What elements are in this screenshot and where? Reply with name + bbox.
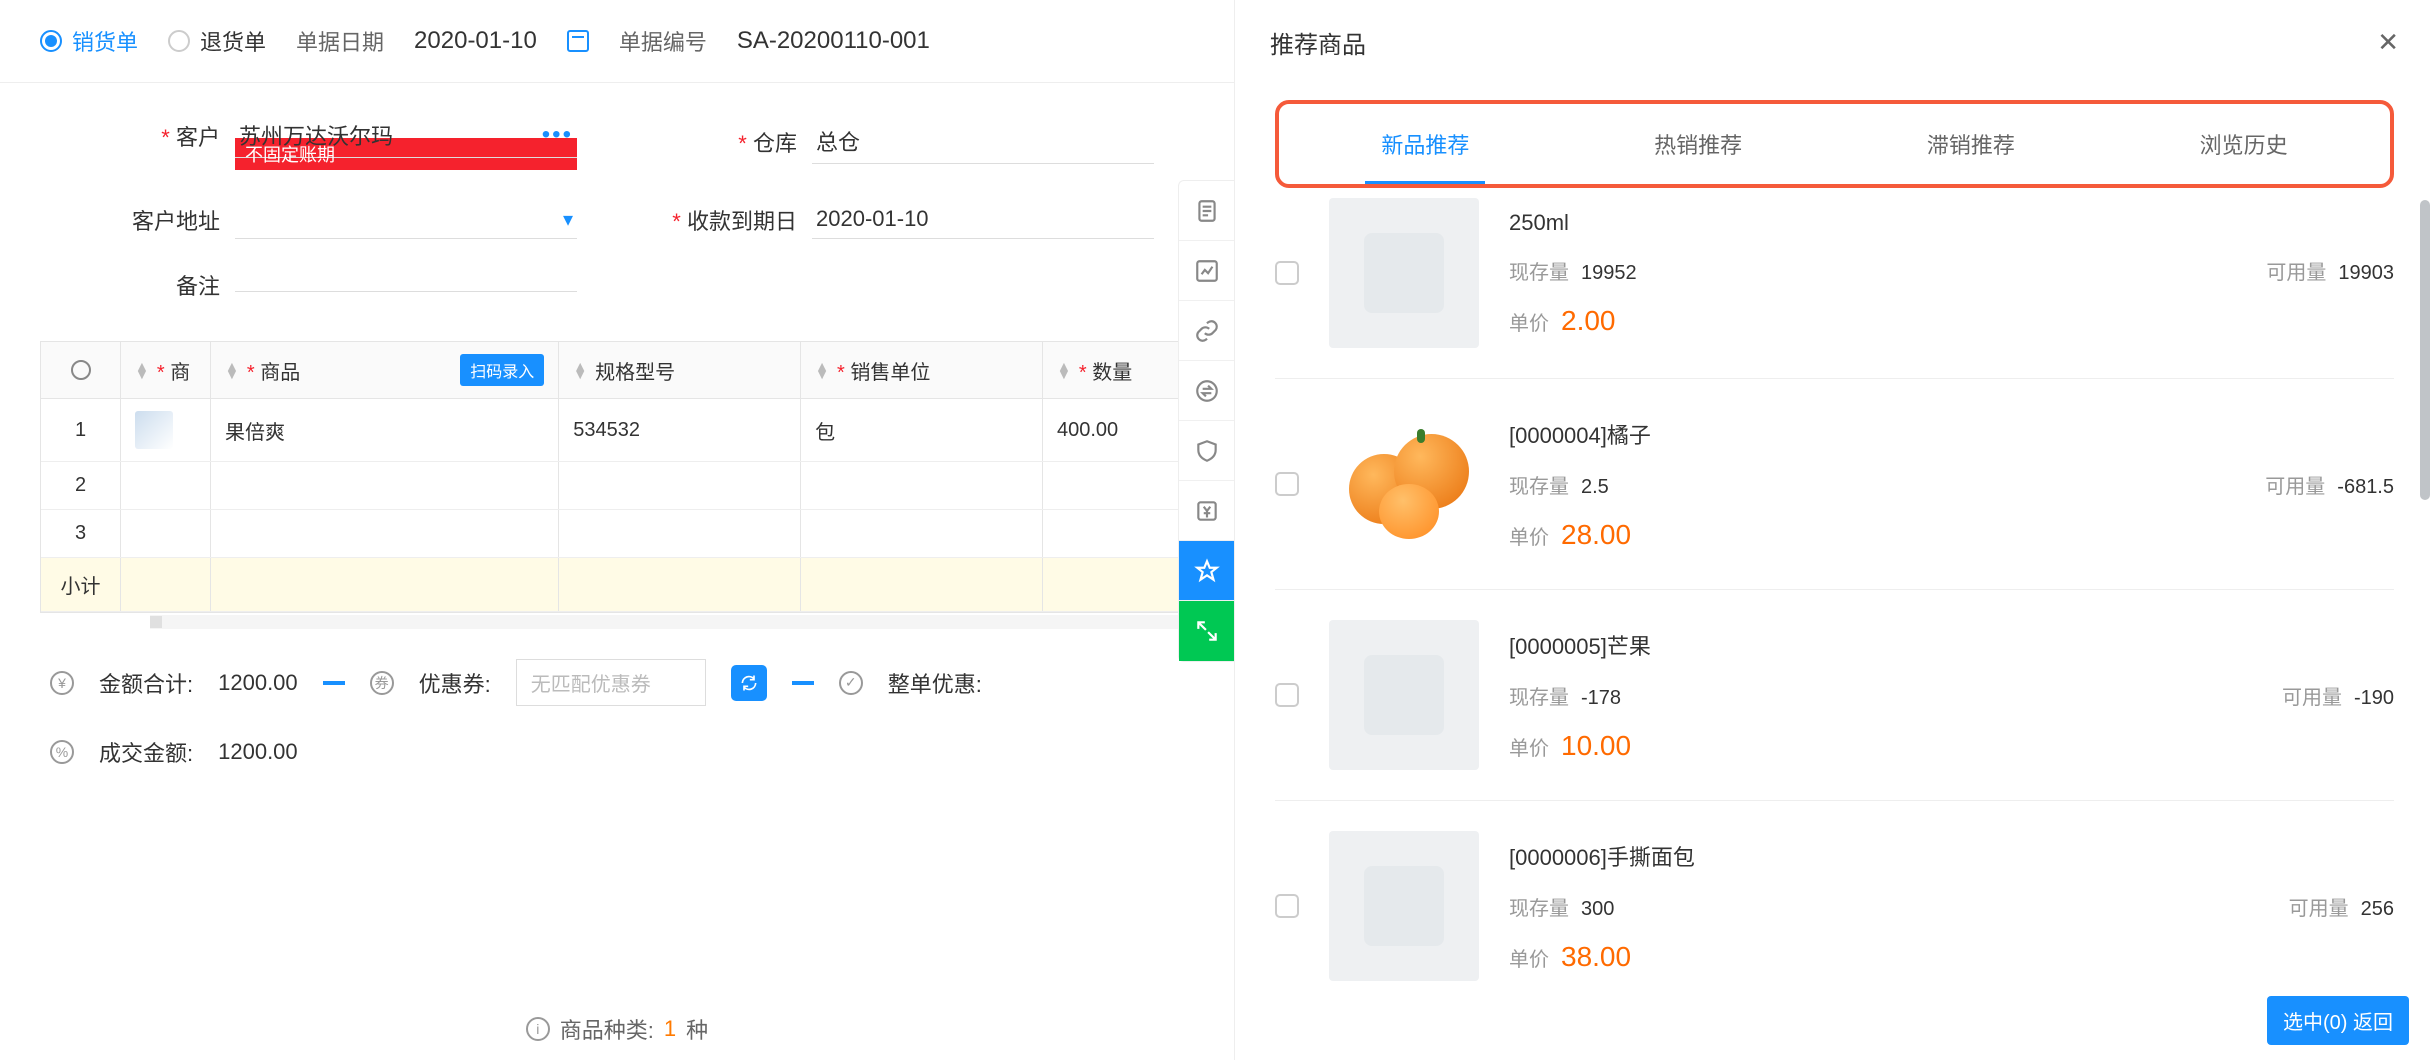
tab-slow-recommend[interactable]: 滞销推荐	[1835, 108, 2108, 180]
address-select[interactable]: ▾	[235, 201, 577, 239]
gear-icon[interactable]	[71, 360, 91, 380]
scan-entry-button[interactable]: 扫码录入	[460, 354, 544, 386]
vertical-scrollbar[interactable]	[2420, 200, 2430, 500]
checkbox[interactable]	[1275, 472, 1299, 496]
due-date-input[interactable]: 2020-01-10	[812, 200, 1154, 239]
side-iconbar	[1178, 180, 1234, 662]
link-icon[interactable]	[1179, 301, 1234, 361]
checkbox[interactable]	[1275, 894, 1299, 918]
amount-total-value: 1200.00	[218, 670, 298, 696]
selected-return-button[interactable]: 选中(0) 返回	[2267, 996, 2409, 1045]
doc-no-label: 单据编号	[619, 25, 707, 57]
product-item[interactable]: 250ml 现存量19952 可用量19903 单价2.00	[1275, 188, 2394, 379]
ellipsis-icon[interactable]: •••	[542, 121, 573, 149]
warehouse-label: 仓库	[657, 126, 797, 158]
chart-icon[interactable]	[1179, 241, 1234, 301]
expand-icon[interactable]	[1179, 601, 1234, 661]
table-row[interactable]: 3	[41, 510, 1193, 558]
address-label: 客户地址	[80, 204, 220, 236]
doc-date-value[interactable]: 2020-01-10	[414, 27, 537, 55]
tab-browse-history[interactable]: 浏览历史	[2107, 108, 2380, 180]
yen-icon: ¥	[50, 671, 74, 695]
doc-no-value: SA-20200110-001	[737, 27, 930, 55]
refresh-button[interactable]	[731, 665, 767, 701]
warehouse-input[interactable]: 总仓	[812, 119, 1154, 164]
minus-icon	[792, 681, 814, 685]
recommend-product-list[interactable]: 250ml 现存量19952 可用量19903 单价2.00	[1235, 188, 2434, 1060]
amount-total-label: 金额合计:	[99, 667, 193, 699]
shield-icon[interactable]	[1179, 421, 1234, 481]
product-kinds-label: 商品种类:	[560, 1013, 654, 1045]
note-icon[interactable]	[1179, 181, 1234, 241]
discount-icon: ✓	[839, 671, 863, 695]
currency-icon[interactable]	[1179, 481, 1234, 541]
recommend-tabs-highlight: 新品推荐 热销推荐 滞销推荐 浏览历史	[1275, 100, 2394, 188]
deal-amount-label: 成交金额:	[99, 736, 193, 768]
minus-icon	[323, 681, 345, 685]
coupon-input[interactable]: 无匹配优惠券	[516, 659, 706, 706]
coupon-label: 优惠券:	[419, 667, 491, 699]
radio-return-order[interactable]: 退货单	[168, 25, 266, 57]
items-grid: ▲▼商 ▲▼商品扫码录入 ▲▼规格型号 ▲▼销售单位 ▲▼数量 1 果倍爽 53…	[40, 341, 1194, 613]
doc-tabs-bar: 销货单 退货单 单据日期 2020-01-10 单据编号 SA-20200110…	[0, 10, 1234, 83]
radio-sales-order[interactable]: 销货单	[40, 25, 138, 57]
product-image	[1329, 409, 1479, 559]
coupon-icon: 券	[370, 671, 394, 695]
remark-input[interactable]	[235, 279, 577, 292]
checkbox[interactable]	[1275, 683, 1299, 707]
product-item[interactable]: [0000005]芒果 现存量-178 可用量-190 单价10.00	[1275, 590, 2394, 801]
product-item[interactable]: [0000006]手撕面包 现存量300 可用量256 单价38.00	[1275, 801, 2394, 1011]
horizontal-scrollbar[interactable]	[150, 615, 1194, 629]
star-icon[interactable]	[1179, 541, 1234, 601]
deal-amount-value: 1200.00	[218, 739, 298, 765]
subtotal-row: 小计	[41, 558, 1193, 612]
table-row[interactable]: 2	[41, 462, 1193, 510]
product-kinds-count: 1	[664, 1016, 676, 1042]
tab-new-recommend[interactable]: 新品推荐	[1289, 108, 1562, 180]
product-image	[1329, 198, 1479, 348]
sort-icon[interactable]: ▲▼	[1057, 362, 1071, 378]
close-icon[interactable]: ✕	[2377, 27, 2399, 58]
order-discount-label: 整单优惠:	[888, 667, 982, 699]
sort-icon[interactable]: ▲▼	[225, 362, 239, 378]
doc-date-label: 单据日期	[296, 25, 384, 57]
recommend-panel-title: 推荐商品	[1270, 25, 1366, 60]
sort-icon[interactable]: ▲▼	[573, 362, 587, 378]
chevron-down-icon: ▾	[563, 207, 573, 232]
info-icon: i	[526, 1017, 550, 1041]
product-item[interactable]: [0000004]橘子 现存量2.5 可用量-681.5 单价28.00	[1275, 379, 2394, 590]
tab-hot-recommend[interactable]: 热销推荐	[1562, 108, 1835, 180]
swap-icon[interactable]	[1179, 361, 1234, 421]
remark-label: 备注	[80, 269, 220, 301]
calendar-icon[interactable]	[567, 30, 589, 52]
customer-label: 客户	[80, 120, 220, 152]
table-row[interactable]: 1 果倍爽 534532 包 400.00	[41, 399, 1193, 462]
sort-icon[interactable]: ▲▼	[135, 362, 149, 378]
product-thumb	[135, 411, 173, 449]
product-image	[1329, 620, 1479, 770]
checkbox[interactable]	[1275, 261, 1299, 285]
product-image	[1329, 831, 1479, 981]
sort-icon[interactable]: ▲▼	[815, 362, 829, 378]
due-date-label: 收款到期日	[657, 204, 797, 236]
deal-icon: %	[50, 740, 74, 764]
